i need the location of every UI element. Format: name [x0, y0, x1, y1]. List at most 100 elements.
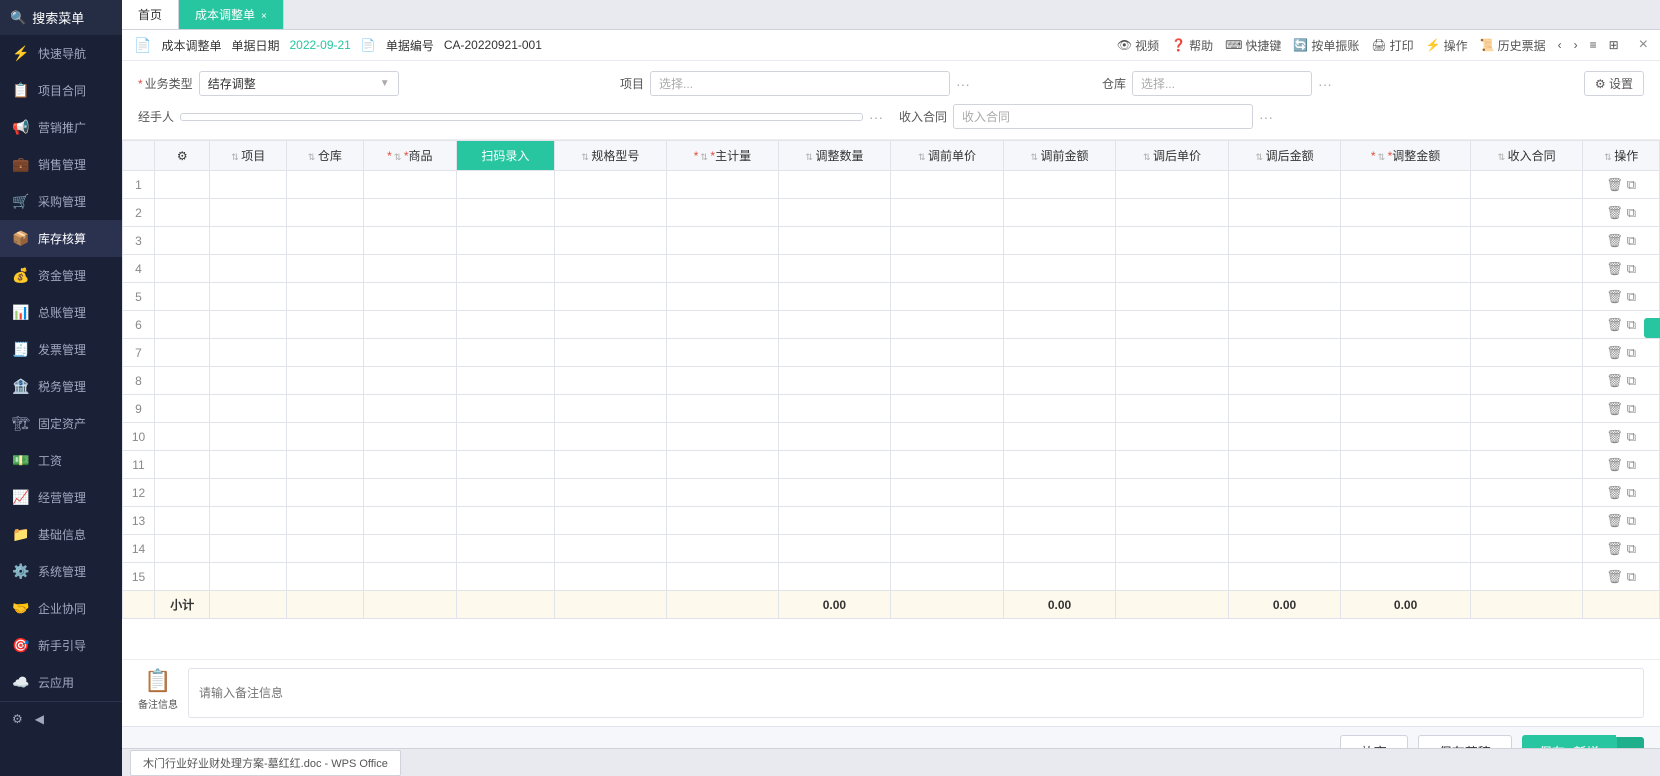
cell-settings[interactable] — [155, 395, 210, 423]
cell-before_price[interactable] — [891, 535, 1004, 563]
cell-income_contract[interactable] — [1470, 283, 1583, 311]
cell-after_amount[interactable] — [1228, 367, 1341, 395]
cell-before_price[interactable] — [891, 563, 1004, 591]
cell-warehouse[interactable] — [287, 479, 364, 507]
operations-btn[interactable]: ⚡ 操作 — [1426, 37, 1468, 54]
cell-before_price[interactable] — [891, 311, 1004, 339]
cell-product[interactable] — [363, 479, 457, 507]
cell-settings[interactable] — [155, 535, 210, 563]
delete-icon[interactable]: 🗑 — [1606, 401, 1623, 417]
cell-before_price[interactable] — [891, 507, 1004, 535]
cell-adjust_qty[interactable] — [778, 507, 891, 535]
cell-project[interactable] — [210, 535, 287, 563]
sidebar-item-quick-nav[interactable]: ⚡快速导航 — [0, 35, 122, 72]
cell-after_amount[interactable] — [1228, 395, 1341, 423]
cell-project[interactable] — [210, 395, 287, 423]
cell-warehouse[interactable] — [287, 367, 364, 395]
cell-income_contract[interactable] — [1470, 311, 1583, 339]
sidebar-item-system[interactable]: ⚙️系统管理 — [0, 553, 122, 590]
copy-icon[interactable]: ⧉ — [1627, 485, 1636, 501]
cell-project[interactable] — [210, 283, 287, 311]
cell-adjust_amount[interactable] — [1341, 423, 1471, 451]
cell-unit[interactable] — [667, 395, 779, 423]
cell-scan[interactable] — [457, 479, 554, 507]
cell-adjust_qty[interactable] — [778, 367, 891, 395]
cell-after_amount[interactable] — [1228, 479, 1341, 507]
cell-after_price[interactable] — [1116, 423, 1229, 451]
cell-project[interactable] — [210, 199, 287, 227]
cell-adjust_qty[interactable] — [778, 339, 891, 367]
cell-after_price[interactable] — [1116, 283, 1229, 311]
cell-unit[interactable] — [667, 255, 779, 283]
cell-unit[interactable] — [667, 283, 779, 311]
shortcut-btn[interactable]: ⌨ 快捷键 — [1225, 37, 1281, 54]
cell-warehouse[interactable] — [287, 451, 364, 479]
cell-after_price[interactable] — [1116, 395, 1229, 423]
cell-adjust_amount[interactable] — [1341, 339, 1471, 367]
cell-settings[interactable] — [155, 227, 210, 255]
cell-before_amount[interactable] — [1003, 311, 1116, 339]
cell-income_contract[interactable] — [1470, 171, 1583, 199]
sidebar-item-fixed-assets[interactable]: 🏗固定资产 — [0, 405, 122, 442]
project-dots[interactable]: ··· — [956, 76, 970, 92]
cell-project[interactable] — [210, 171, 287, 199]
cell-before_amount[interactable] — [1003, 563, 1116, 591]
cell-adjust_qty[interactable] — [778, 451, 891, 479]
cell-after_amount[interactable] — [1228, 563, 1341, 591]
prev-btn[interactable]: ‹ — [1558, 38, 1562, 52]
cell-before_amount[interactable] — [1003, 283, 1116, 311]
cell-warehouse[interactable] — [287, 283, 364, 311]
cell-warehouse[interactable] — [287, 535, 364, 563]
cell-after_price[interactable] — [1116, 563, 1229, 591]
settings-icon[interactable]: ⚙ — [12, 712, 23, 726]
cell-income_contract[interactable] — [1470, 227, 1583, 255]
delete-icon[interactable]: 🗑 — [1606, 485, 1623, 501]
tile-view-btn[interactable]: ⊞ — [1609, 38, 1619, 52]
cell-income_contract[interactable] — [1470, 423, 1583, 451]
cell-settings[interactable] — [155, 339, 210, 367]
cell-scan[interactable] — [457, 339, 554, 367]
sidebar-item-operations[interactable]: 📈经营管理 — [0, 479, 122, 516]
copy-icon[interactable]: ⧉ — [1627, 289, 1636, 305]
cell-adjust_amount[interactable] — [1341, 535, 1471, 563]
cell-adjust_amount[interactable] — [1341, 367, 1471, 395]
review-btn[interactable]: 🔄 按单振账 — [1293, 37, 1359, 54]
sidebar-item-inventory[interactable]: 📦库存核算 — [0, 220, 122, 257]
cell-warehouse[interactable] — [287, 423, 364, 451]
cell-unit[interactable] — [667, 479, 779, 507]
window-close-btn[interactable]: × — [1639, 36, 1648, 54]
cell-before_amount[interactable] — [1003, 507, 1116, 535]
sidebar-item-ledger[interactable]: 📊总账管理 — [0, 294, 122, 331]
next-btn[interactable]: › — [1574, 38, 1578, 52]
cell-warehouse[interactable] — [287, 255, 364, 283]
delete-icon[interactable]: 🗑 — [1606, 345, 1623, 361]
income-contract-dots[interactable]: ··· — [1259, 109, 1273, 125]
cell-adjust_amount[interactable] — [1341, 199, 1471, 227]
cell-scan[interactable] — [457, 199, 554, 227]
sidebar-item-cloud-app[interactable]: ☁️云应用 — [0, 664, 122, 701]
cell-settings[interactable] — [155, 199, 210, 227]
notes-input[interactable] — [188, 668, 1644, 718]
cell-warehouse[interactable] — [287, 563, 364, 591]
cell-settings[interactable] — [155, 479, 210, 507]
cell-before_price[interactable] — [891, 423, 1004, 451]
cell-project[interactable] — [210, 367, 287, 395]
col-settings[interactable]: ⚙ — [155, 141, 210, 171]
cell-product[interactable] — [363, 367, 457, 395]
sidebar-item-purchase[interactable]: 🛒采购管理 — [0, 183, 122, 220]
cell-product[interactable] — [363, 507, 457, 535]
warehouse-dots[interactable]: ··· — [1318, 76, 1332, 92]
notes-icon-btn[interactable]: 📋 备注信息 — [138, 668, 178, 711]
cell-unit[interactable] — [667, 535, 779, 563]
copy-icon[interactable]: ⧉ — [1627, 233, 1636, 249]
cell-before_price[interactable] — [891, 451, 1004, 479]
cell-settings[interactable] — [155, 255, 210, 283]
cell-project[interactable] — [210, 311, 287, 339]
cell-product[interactable] — [363, 199, 457, 227]
cell-project[interactable] — [210, 423, 287, 451]
cell-spec[interactable] — [554, 507, 667, 535]
cell-before_price[interactable] — [891, 395, 1004, 423]
cell-warehouse[interactable] — [287, 311, 364, 339]
cell-adjust_amount[interactable] — [1341, 311, 1471, 339]
cell-after_amount[interactable] — [1228, 507, 1341, 535]
